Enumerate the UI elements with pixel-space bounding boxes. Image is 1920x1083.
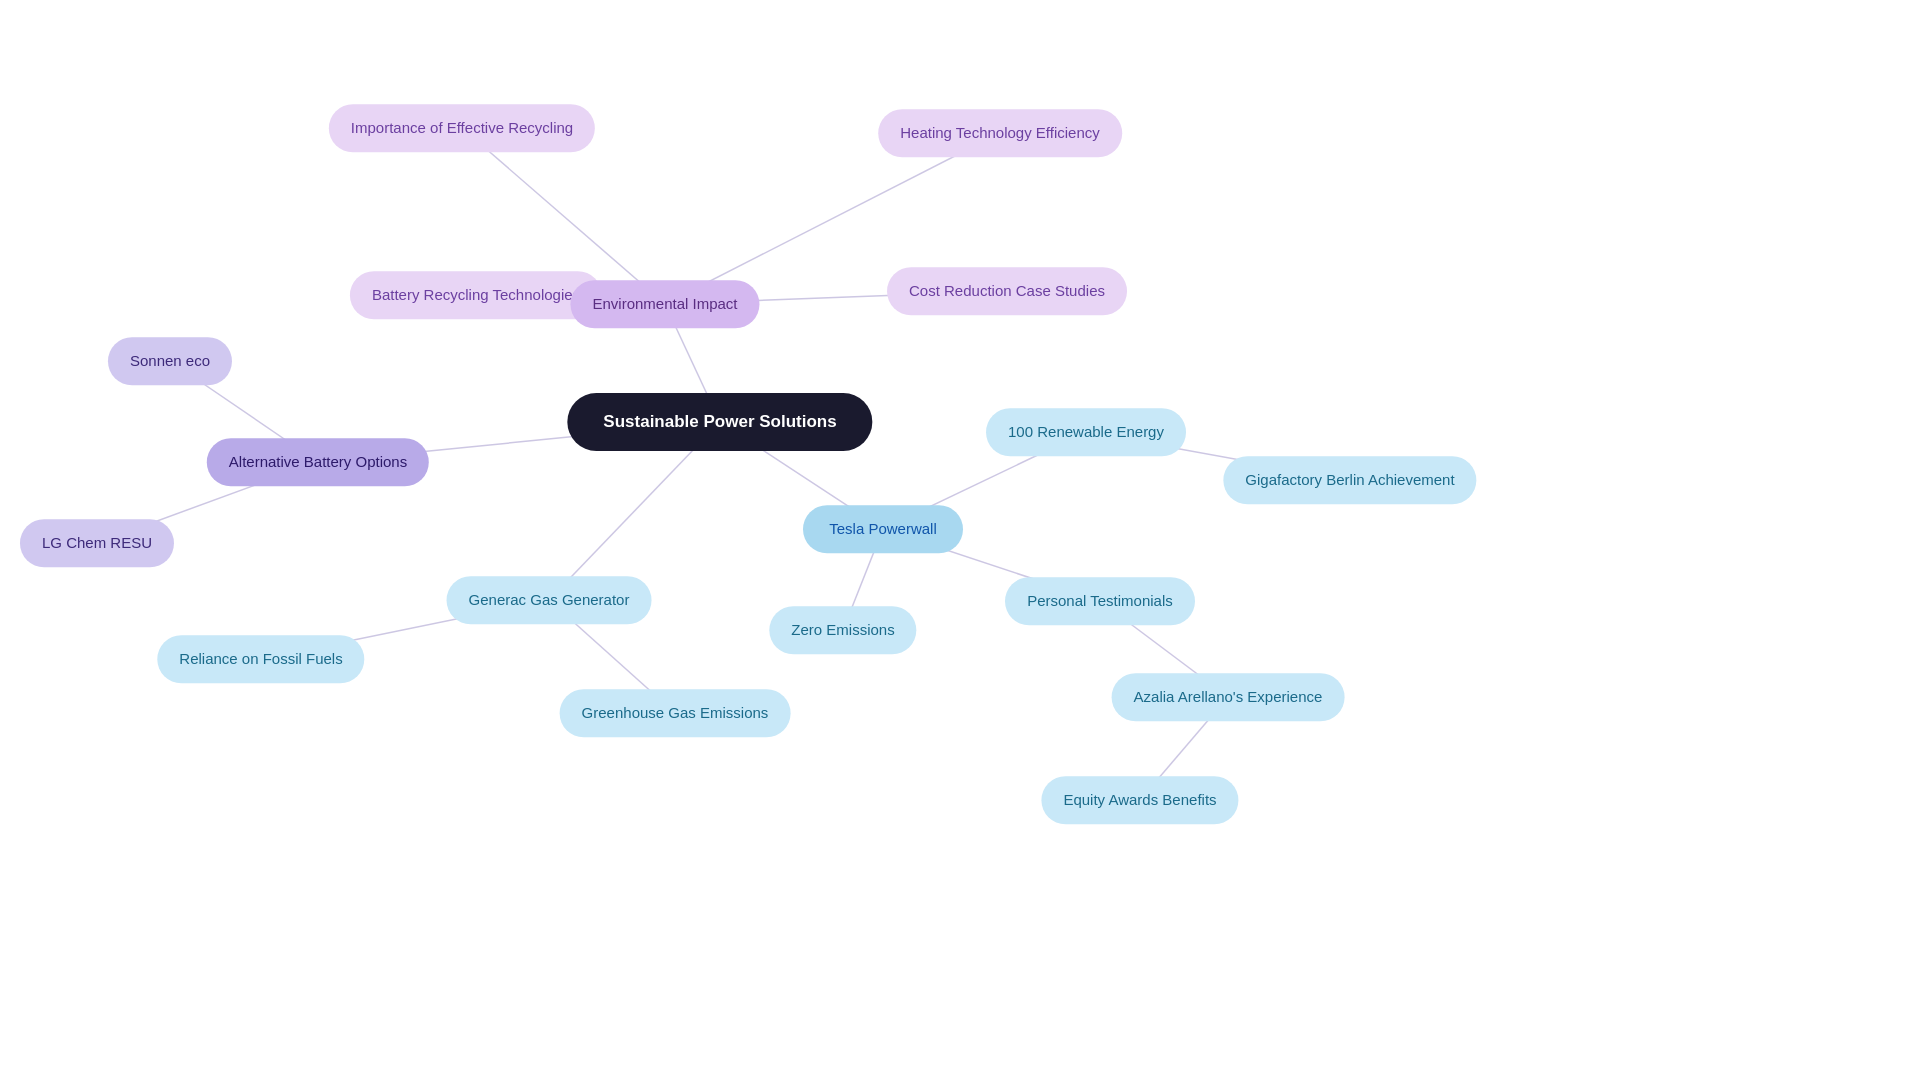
node-equity-awards-label: Equity Awards Benefits [1063, 790, 1216, 810]
node-alternative-battery[interactable]: Alternative Battery Options [207, 438, 429, 486]
node-lg-chem-label: LG Chem RESU [42, 533, 152, 553]
node-cost-reduction-label: Cost Reduction Case Studies [909, 281, 1105, 301]
node-equity-awards[interactable]: Equity Awards Benefits [1041, 776, 1238, 824]
node-lg-chem[interactable]: LG Chem RESU [20, 519, 174, 567]
node-azalia[interactable]: Azalia Arellano's Experience [1112, 673, 1345, 721]
node-greenhouse-label: Greenhouse Gas Emissions [582, 703, 769, 723]
node-importance-recycling[interactable]: Importance of Effective Recycling [329, 104, 595, 152]
node-heating-tech-label: Heating Technology Efficiency [900, 123, 1100, 143]
mind-map: Sustainable Power Solutions Importance o… [0, 0, 1920, 1083]
node-heating-tech[interactable]: Heating Technology Efficiency [878, 109, 1122, 157]
node-alternative-battery-label: Alternative Battery Options [229, 452, 407, 472]
node-tesla-powerwall[interactable]: Tesla Powerwall [803, 505, 963, 553]
node-battery-recycling-label: Battery Recycling Technologies [372, 285, 580, 305]
node-environmental-impact-label: Environmental Impact [592, 294, 737, 314]
node-sonnen-eco[interactable]: Sonnen eco [108, 337, 232, 385]
node-greenhouse[interactable]: Greenhouse Gas Emissions [560, 689, 791, 737]
node-reliance-fossil[interactable]: Reliance on Fossil Fuels [157, 635, 364, 683]
node-azalia-label: Azalia Arellano's Experience [1134, 687, 1323, 707]
node-cost-reduction[interactable]: Cost Reduction Case Studies [887, 267, 1127, 315]
node-renewable-energy-label: 100 Renewable Energy [1008, 422, 1164, 442]
node-personal-testimonials-label: Personal Testimonials [1027, 591, 1173, 611]
node-gigafactory-label: Gigafactory Berlin Achievement [1245, 470, 1454, 490]
node-renewable-energy[interactable]: 100 Renewable Energy [986, 408, 1186, 456]
node-generac-label: Generac Gas Generator [469, 590, 630, 610]
node-battery-recycling[interactable]: Battery Recycling Technologies [350, 271, 602, 319]
node-importance-recycling-label: Importance of Effective Recycling [351, 118, 573, 138]
node-generac[interactable]: Generac Gas Generator [447, 576, 652, 624]
connections-svg [0, 0, 1920, 1083]
node-environmental-impact[interactable]: Environmental Impact [570, 280, 759, 328]
node-reliance-fossil-label: Reliance on Fossil Fuels [179, 649, 342, 669]
node-zero-emissions-label: Zero Emissions [791, 620, 894, 640]
node-personal-testimonials[interactable]: Personal Testimonials [1005, 577, 1195, 625]
node-gigafactory[interactable]: Gigafactory Berlin Achievement [1223, 456, 1476, 504]
node-tesla-powerwall-label: Tesla Powerwall [829, 519, 937, 539]
node-center-label: Sustainable Power Solutions [603, 411, 836, 433]
node-zero-emissions[interactable]: Zero Emissions [769, 606, 916, 654]
node-sonnen-eco-label: Sonnen eco [130, 351, 210, 371]
node-center[interactable]: Sustainable Power Solutions [567, 393, 872, 451]
